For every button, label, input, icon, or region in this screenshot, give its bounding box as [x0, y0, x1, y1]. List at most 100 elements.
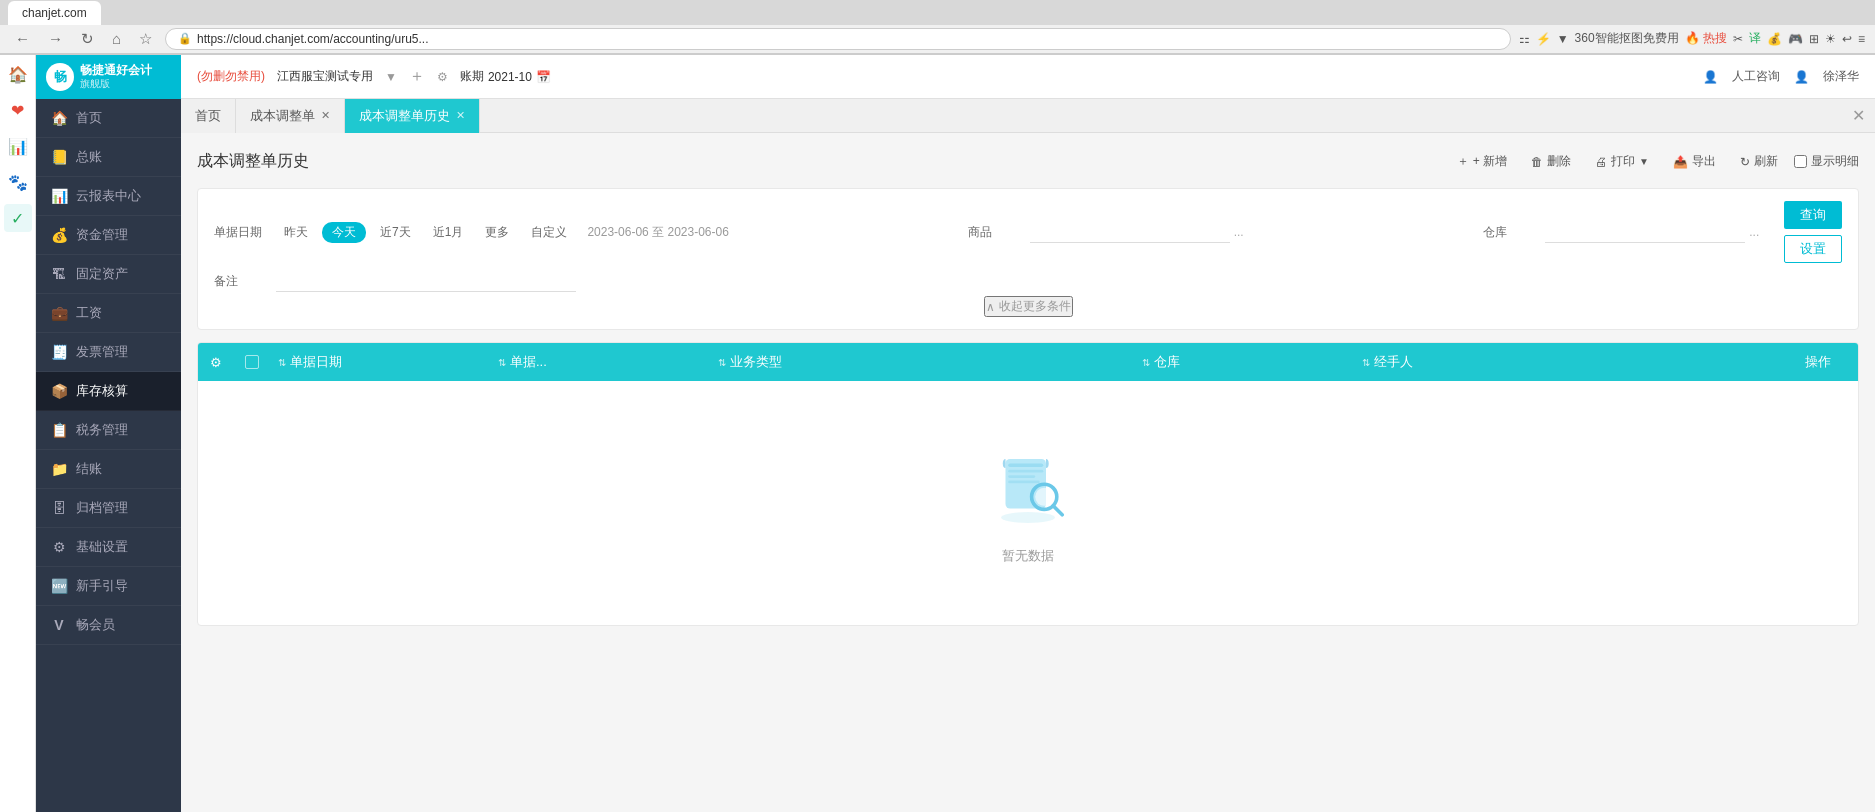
- table-settings-icon: ⚙: [210, 355, 222, 370]
- sun-icon[interactable]: ☀: [1825, 32, 1836, 46]
- add-button[interactable]: ＋ + 新增: [1449, 149, 1515, 174]
- th-checkbox[interactable]: [234, 355, 270, 369]
- tab-bar-close-all[interactable]: ✕: [1842, 106, 1875, 125]
- sidebar-item-payroll[interactable]: 💼 工资: [36, 294, 181, 333]
- browser-tab[interactable]: chanjet.com: [8, 1, 101, 25]
- finance-nav-icon: 💰: [50, 227, 68, 243]
- add-account-icon[interactable]: ＋: [409, 66, 425, 87]
- scissor-icon[interactable]: ✂: [1733, 32, 1743, 46]
- date-btn-yesterday[interactable]: 昨天: [276, 222, 316, 243]
- add-label: + 新增: [1473, 153, 1507, 170]
- date-separator: 至: [652, 225, 667, 239]
- delete-button[interactable]: 🗑 删除: [1523, 149, 1579, 174]
- sidebar-item-reports[interactable]: 📊 云报表中心: [36, 177, 181, 216]
- sidebar-item-ledger[interactable]: 📒 总账: [36, 138, 181, 177]
- forward-button[interactable]: →: [43, 28, 68, 49]
- sidebar-item-finance[interactable]: 💰 资金管理: [36, 216, 181, 255]
- account-dropdown-icon[interactable]: ▼: [385, 70, 397, 84]
- user-name[interactable]: 徐泽华: [1823, 68, 1859, 85]
- sidebar-item-guide[interactable]: 🆕 新手引导: [36, 567, 181, 606]
- sidebar-item-inventory[interactable]: 📦 库存核算: [36, 372, 181, 411]
- date-btn-1month[interactable]: 近1月: [425, 222, 472, 243]
- goods-input[interactable]: [1030, 222, 1230, 243]
- empty-state-text: 暂无数据: [1002, 547, 1054, 565]
- translate-icon[interactable]: 译: [1749, 30, 1761, 47]
- guide-nav-icon: 🆕: [50, 578, 68, 594]
- iconbar-item-1[interactable]: 🏠: [4, 60, 32, 88]
- tab-bar: 首页 成本调整单 ✕ 成本调整单历史 ✕ ✕: [181, 99, 1875, 133]
- tab-cost-adjust-close[interactable]: ✕: [321, 109, 330, 122]
- sidebar-label-payroll: 工资: [76, 304, 102, 322]
- print-icon: 🖨: [1595, 155, 1607, 169]
- url-bar[interactable]: 🔒 https://cloud.chanjet.com/accounting/u…: [165, 28, 1511, 50]
- date-range-display: 2023-06-06 至 2023-06-06: [587, 224, 728, 241]
- refresh-button[interactable]: ↻ 刷新: [1732, 149, 1786, 174]
- extensions-icon[interactable]: ⚏: [1519, 32, 1530, 46]
- th-handler[interactable]: ⇅ 经手人: [1354, 353, 1778, 371]
- export-button[interactable]: 📤 导出: [1665, 149, 1724, 174]
- reload-button[interactable]: ↻: [76, 28, 99, 50]
- iconbar-item-5[interactable]: ✓: [4, 204, 32, 232]
- calendar-icon[interactable]: 📅: [536, 70, 551, 84]
- settings-account-icon[interactable]: ⚙: [437, 70, 448, 84]
- dropdown-browser[interactable]: ▼: [1557, 32, 1569, 46]
- table-select-all-checkbox[interactable]: [245, 355, 259, 369]
- th-warehouse[interactable]: ⇅ 仓库: [1134, 353, 1354, 371]
- settings-filter-button[interactable]: 设置: [1784, 235, 1842, 263]
- sidebar-item-fixed-assets[interactable]: 🏗 固定资产: [36, 255, 181, 294]
- search-360-label[interactable]: 360智能抠图免费用: [1575, 30, 1679, 47]
- date-btn-custom[interactable]: 自定义: [523, 222, 575, 243]
- sidebar-item-tax[interactable]: 📋 税务管理: [36, 411, 181, 450]
- iconbar-item-2[interactable]: ❤: [4, 96, 32, 124]
- date-btn-more[interactable]: 更多: [477, 222, 517, 243]
- game-icon[interactable]: 🎮: [1788, 32, 1803, 46]
- th-number[interactable]: ⇅ 单据...: [490, 353, 710, 371]
- coin-icon[interactable]: 💰: [1767, 32, 1782, 46]
- tab-cost-adjust[interactable]: 成本调整单 ✕: [236, 99, 345, 133]
- sidebar-item-home[interactable]: 🏠 首页: [36, 99, 181, 138]
- th-date[interactable]: ⇅ 单据日期: [270, 353, 490, 371]
- date-btn-today[interactable]: 今天: [322, 222, 366, 243]
- query-button[interactable]: 查询: [1784, 201, 1842, 229]
- iconbar-item-3[interactable]: 📊: [4, 132, 32, 160]
- note-filter-label: 备注: [214, 273, 264, 290]
- undo-icon[interactable]: ↩: [1842, 32, 1852, 46]
- show-cols-checkbox[interactable]: [1794, 155, 1807, 168]
- logo-sub: 旗舰版: [80, 77, 152, 91]
- print-dropdown-icon: ▼: [1639, 156, 1649, 167]
- sidebar-label-invoice: 发票管理: [76, 343, 128, 361]
- date-btn-7days[interactable]: 近7天: [372, 222, 419, 243]
- ledger-nav-icon: 📒: [50, 149, 68, 165]
- top-header-left: (勿删勿禁用) 江西服宝测试专用 ▼ ＋ ⚙ 账期 2021-10 📅: [197, 66, 551, 87]
- consult-label[interactable]: 人工咨询: [1732, 68, 1780, 85]
- th-warehouse-sort-icon: ⇅: [1142, 357, 1150, 368]
- home-button[interactable]: ⌂: [107, 28, 126, 49]
- warehouse-more-btn[interactable]: ...: [1749, 225, 1759, 239]
- print-button[interactable]: 🖨 打印 ▼: [1587, 149, 1657, 174]
- sidebar-item-settings[interactable]: ⚙ 基础设置: [36, 528, 181, 567]
- sidebar-logo[interactable]: 畅 畅捷通好会计 旗舰版: [36, 55, 181, 99]
- hot-search-label[interactable]: 🔥 热搜: [1685, 30, 1727, 47]
- iconbar-item-4[interactable]: 🐾: [4, 168, 32, 196]
- warehouse-input[interactable]: [1545, 222, 1745, 243]
- sidebar-item-invoice[interactable]: 🧾 发票管理: [36, 333, 181, 372]
- tab-cost-adjust-history[interactable]: 成本调整单历史 ✕: [345, 99, 480, 133]
- account-name: 江西服宝测试专用: [277, 68, 373, 85]
- th-biz-type[interactable]: ⇅ 业务类型: [710, 353, 1134, 371]
- page-content: 成本调整单历史 ＋ + 新增 🗑 删除 🖨 打印 ▼: [181, 133, 1875, 812]
- grid-icon[interactable]: ⊞: [1809, 32, 1819, 46]
- goods-more-btn[interactable]: ...: [1234, 225, 1244, 239]
- th-settings[interactable]: ⚙: [198, 355, 234, 370]
- tab-cost-adjust-label: 成本调整单: [250, 107, 315, 125]
- note-input[interactable]: [276, 271, 576, 292]
- sidebar-item-vip[interactable]: V 畅会员: [36, 606, 181, 645]
- back-button[interactable]: ←: [10, 28, 35, 49]
- sidebar-item-archive[interactable]: 🗄 归档管理: [36, 489, 181, 528]
- collapse-button[interactable]: ∧ 收起更多条件: [984, 296, 1073, 317]
- star-button[interactable]: ☆: [134, 28, 157, 50]
- sidebar-item-closing[interactable]: 📁 结账: [36, 450, 181, 489]
- tab-cost-adjust-history-close[interactable]: ✕: [456, 109, 465, 122]
- menu-icon[interactable]: ≡: [1858, 32, 1865, 46]
- lightning-icon[interactable]: ⚡: [1536, 32, 1551, 46]
- tab-home[interactable]: 首页: [181, 99, 236, 133]
